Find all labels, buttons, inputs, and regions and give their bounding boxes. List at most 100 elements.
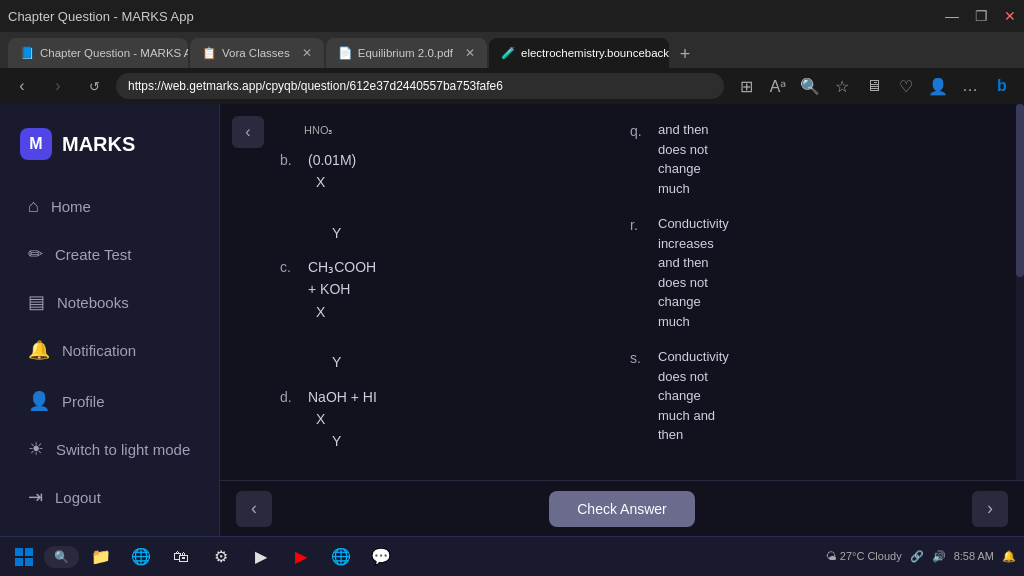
logo-icon: M	[20, 128, 52, 160]
check-answer-button[interactable]: Check Answer	[549, 491, 694, 527]
tab-close-btn[interactable]: ✕	[459, 46, 475, 60]
sidebar-item-create-test[interactable]: ✏ Create Test	[8, 231, 211, 277]
tab-label: Chapter Question - MARKS App	[40, 47, 188, 59]
start-button[interactable]	[8, 541, 40, 573]
light-mode-icon: ☀	[28, 438, 44, 460]
logo-text: MARKS	[62, 133, 135, 156]
browser-icon[interactable]: 🖥	[860, 72, 888, 100]
create-test-icon: ✏	[28, 243, 43, 265]
search-icon[interactable]: 🔍	[796, 72, 824, 100]
taskbar-pinned-apps: 📁 🌐 🛍 ⚙ ▶ ▶ 🌐 💬	[83, 539, 399, 575]
taskbar-app-media[interactable]: ▶	[243, 539, 279, 575]
option-b-line3: Y	[308, 222, 614, 244]
taskbar: 🔍 📁 🌐 🛍 ⚙ ▶ ▶ 🌐 💬 🌤 27°C Cloudy 🔗 🔊 8:58…	[0, 536, 1024, 576]
taskbar-app-youtube[interactable]: ▶	[283, 539, 319, 575]
option-c-body: CH₃COOH + KOH X Y	[308, 256, 614, 374]
profile-icon[interactable]: 👤	[924, 72, 952, 100]
sidebar-item-switch-mode[interactable]: ☀ Switch to light mode	[8, 426, 211, 472]
bing-icon[interactable]: b	[988, 72, 1016, 100]
question-content: HNO₃ b. (0.01M) X Y	[220, 104, 1024, 536]
option-s-label: s.	[630, 347, 650, 445]
tab-favicon: 🧪	[501, 46, 515, 60]
taskbar-app-edge[interactable]: 🌐	[123, 539, 159, 575]
sidebar-item-notebooks[interactable]: ▤ Notebooks	[8, 279, 211, 325]
sidebar-item-home[interactable]: ⌂ Home	[8, 184, 211, 229]
sidebar-item-label-logout: Logout	[55, 489, 101, 506]
notification-bell-icon: 🔔	[1002, 550, 1016, 563]
home-icon: ⌂	[28, 196, 39, 217]
option-b-line1: (0.01M)	[308, 149, 614, 171]
star-icon[interactable]: ☆	[828, 72, 856, 100]
tab-electrochemistry[interactable]: 🧪 electrochemistry.bounceback.pd ✕	[489, 38, 669, 68]
svg-rect-0	[15, 548, 23, 556]
tab-favicon: 📄	[338, 46, 352, 60]
sidebar-item-logout[interactable]: ⇥ Logout	[8, 474, 211, 520]
taskbar-search[interactable]: 🔍	[44, 546, 79, 568]
notification-icon: 🔔	[28, 339, 50, 361]
back-button[interactable]: ‹	[8, 72, 36, 100]
reading-icon[interactable]: Aᵃ	[764, 72, 792, 100]
collapse-sidebar-button[interactable]: ‹	[232, 116, 264, 148]
minimize-btn[interactable]: —	[945, 8, 959, 24]
tab-equilibrium[interactable]: 📄 Equilibrium 2.0.pdf ✕	[326, 38, 487, 68]
taskbar-app-browser2[interactable]: 🌐	[323, 539, 359, 575]
question-option-d: d. NaOH + HI X Y	[280, 386, 614, 453]
logout-icon: ⇥	[28, 486, 43, 508]
question-grid: HNO₃ b. (0.01M) X Y	[280, 120, 964, 465]
tab-close-btn[interactable]: ✕	[296, 46, 312, 60]
option-b-body: (0.01M) X Y	[308, 149, 614, 244]
option-s-body: Conductivitydoes notchangemuch andthen	[658, 347, 729, 445]
question-option-c: c. CH₃COOH + KOH X Y	[280, 256, 614, 374]
tab-label: Equilibrium 2.0.pdf	[358, 47, 453, 59]
option-c-label: c.	[280, 256, 300, 374]
heart-icon[interactable]: ♡	[892, 72, 920, 100]
question-option-r: r. Conductivityincreasesand thendoes not…	[630, 214, 964, 331]
right-column: q. and thendoes notchangemuch r. Conduct…	[630, 120, 964, 465]
left-column: HNO₃ b. (0.01M) X Y	[280, 120, 614, 465]
profile-nav-icon: 👤	[28, 390, 50, 412]
sidebar-item-notification[interactable]: 🔔 Notification	[8, 327, 211, 373]
option-b-label: b.	[280, 149, 300, 244]
svg-rect-1	[25, 548, 33, 556]
sidebar-item-label-notification: Notification	[62, 342, 136, 359]
option-c-chem2: + KOH	[308, 278, 614, 300]
tab-label: electrochemistry.bounceback.pd	[521, 47, 669, 59]
tab-favicon: 📋	[202, 46, 216, 60]
prev-question-button[interactable]: ‹	[236, 491, 272, 527]
sidebar-item-profile[interactable]: 👤 Profile	[8, 378, 211, 424]
taskbar-app-files[interactable]: 📁	[83, 539, 119, 575]
favorites-icon[interactable]: ⊞	[732, 72, 760, 100]
question-option-s: s. Conductivitydoes notchangemuch andthe…	[630, 347, 964, 445]
browser-chrome: Chapter Question - MARKS App — ❐ ✕ 📘 Cha…	[0, 0, 1024, 104]
next-question-button[interactable]: ›	[972, 491, 1008, 527]
option-d-chem: NaOH + HI	[308, 386, 614, 408]
taskbar-app-store[interactable]: 🛍	[163, 539, 199, 575]
address-bar: ‹ › ↺ ⊞ Aᵃ 🔍 ☆ 🖥 ♡ 👤 … b	[0, 68, 1024, 104]
restore-btn[interactable]: ❐	[975, 8, 988, 24]
address-input[interactable]	[116, 73, 724, 99]
sidebar-bottom: 👤 Profile ☀ Switch to light mode ⇥ Logou…	[0, 378, 219, 520]
tab-chapter-question[interactable]: 📘 Chapter Question - MARKS App ✕	[8, 38, 188, 68]
more-options-icon[interactable]: …	[956, 72, 984, 100]
sidebar-item-label-home: Home	[51, 198, 91, 215]
tab-vora-classes[interactable]: 📋 Vora Classes ✕	[190, 38, 324, 68]
option-q-body: and thendoes notchangemuch	[658, 120, 709, 198]
question-option-b: b. (0.01M) X Y	[280, 149, 614, 244]
option-r-label: r.	[630, 214, 650, 331]
tab-favicon: 📘	[20, 46, 34, 60]
option-c-line1: X	[308, 301, 614, 323]
notebooks-icon: ▤	[28, 291, 45, 313]
forward-button[interactable]: ›	[44, 72, 72, 100]
option-d-x: X	[308, 408, 614, 430]
taskbar-app-whatsapp[interactable]: 💬	[363, 539, 399, 575]
taskbar-app-settings[interactable]: ⚙	[203, 539, 239, 575]
close-btn[interactable]: ✕	[1004, 8, 1016, 24]
volume-icon: 🔊	[932, 550, 946, 563]
title-bar: Chapter Question - MARKS App — ❐ ✕	[0, 0, 1024, 32]
option-c-line2: Y	[308, 351, 614, 373]
content-area[interactable]: HNO₃ b. (0.01M) X Y	[220, 104, 1024, 536]
option-d-label: d.	[280, 386, 300, 453]
refresh-button[interactable]: ↺	[80, 72, 108, 100]
new-tab-button[interactable]: +	[671, 40, 699, 68]
search-magnifier-icon: 🔍	[54, 550, 69, 564]
